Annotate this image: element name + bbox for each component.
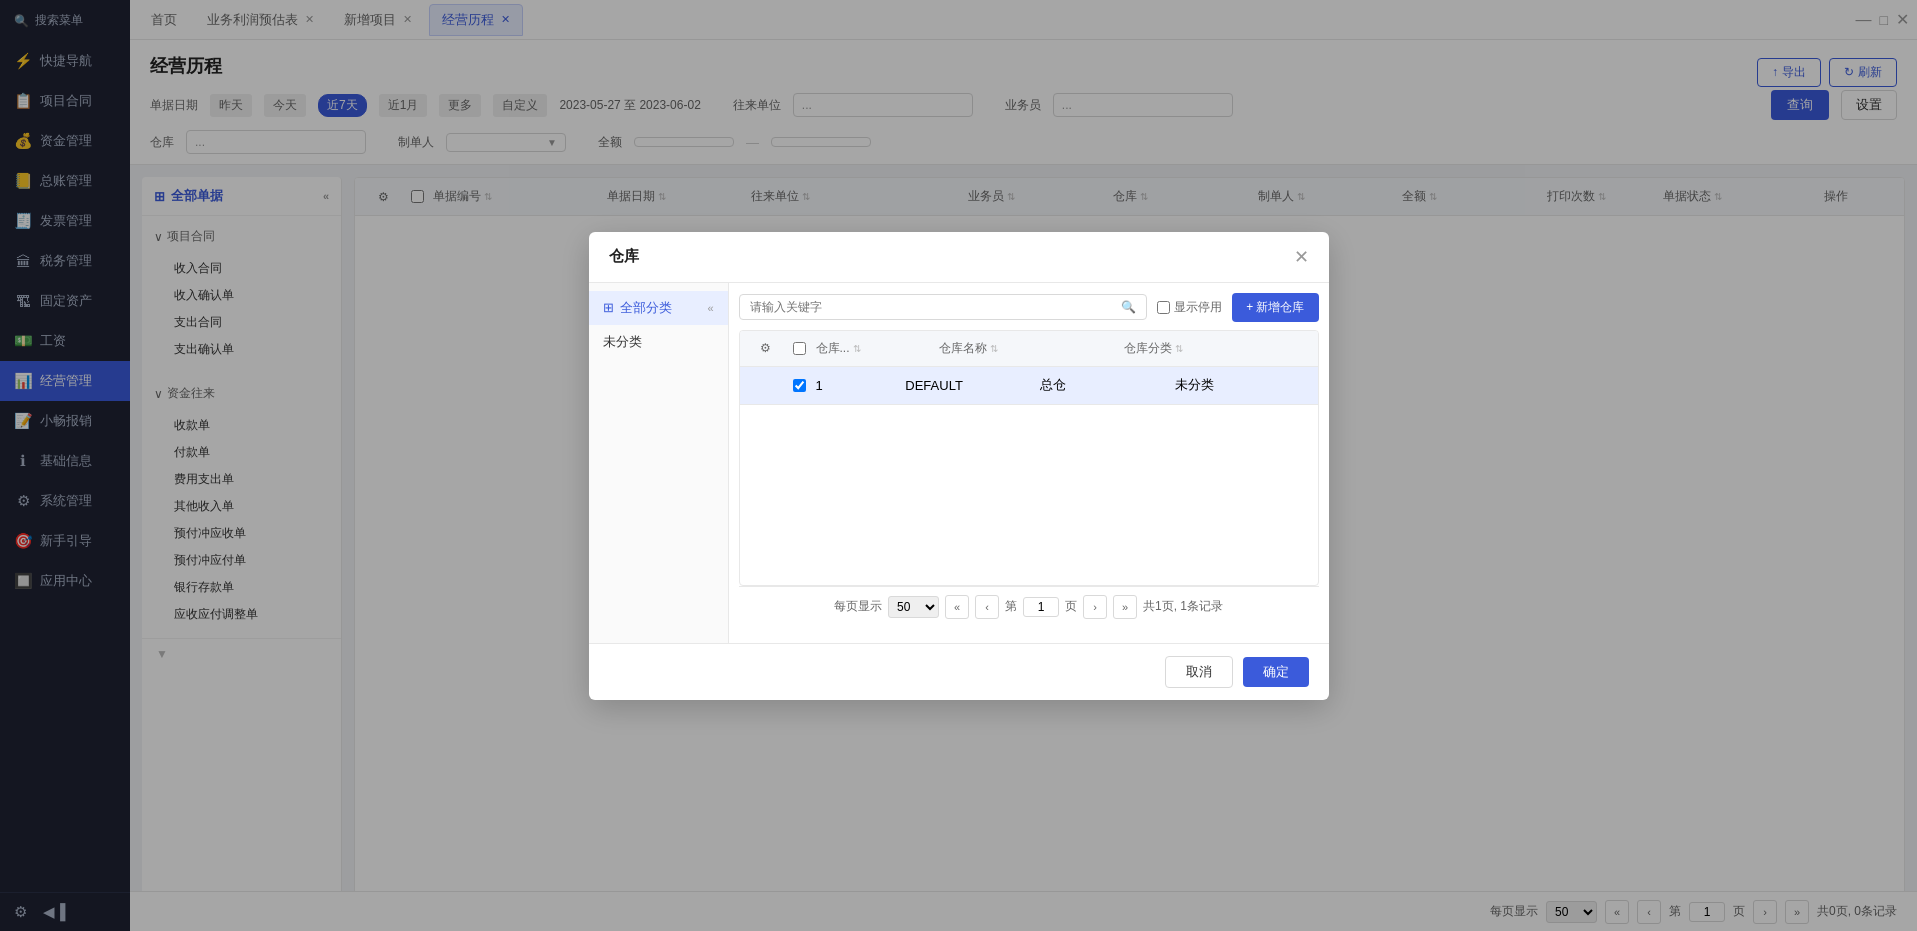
modal-search-box: 🔍	[739, 294, 1148, 320]
show-disabled-group: 显示停用	[1157, 299, 1222, 316]
modal-last-page[interactable]: »	[1113, 595, 1137, 619]
modal-category-uncategorized[interactable]: 未分类	[589, 325, 728, 359]
row-code: DEFAULT	[905, 378, 1040, 393]
modal-page-label: 页	[1065, 598, 1077, 615]
modal-main-content: 🔍 显示停用 + 新增仓库 ⚙	[729, 283, 1329, 643]
modal-footer: 取消 确定	[589, 643, 1329, 700]
modal-toolbar: 🔍 显示停用 + 新增仓库	[739, 293, 1319, 322]
modal-table-row[interactable]: 1 DEFAULT 总仓 未分类	[740, 367, 1318, 405]
table-empty-space	[740, 405, 1318, 585]
modal-th-category[interactable]: 仓库分类 ⇅	[1124, 340, 1309, 357]
modal-pagination: 每页显示 50 100 « ‹ 第 页 › » 共1页, 1条记录	[739, 586, 1319, 627]
modal-sort-cat: ⇅	[1175, 343, 1183, 354]
uncategorized-label: 未分类	[603, 333, 642, 351]
modal-overlay: 仓库 ✕ ⊞ 全部分类 « 未分类	[0, 0, 1917, 931]
sidebar-collapse-icon[interactable]: «	[707, 302, 713, 314]
modal-table-header: ⚙ 仓库... ⇅ 仓库名称 ⇅	[740, 331, 1318, 367]
show-disabled-label: 显示停用	[1174, 299, 1222, 316]
warehouse-modal: 仓库 ✕ ⊞ 全部分类 « 未分类	[589, 232, 1329, 700]
modal-th-id[interactable]: 仓库... ⇅	[816, 340, 940, 357]
modal-page-word: 第	[1005, 598, 1017, 615]
modal-sort-id: ⇅	[853, 343, 861, 354]
modal-th-settings[interactable]: ⚙	[748, 341, 784, 355]
modal-category-all[interactable]: ⊞ 全部分类 «	[589, 291, 728, 325]
add-warehouse-label: + 新增仓库	[1246, 299, 1304, 316]
category-grid-icon: ⊞	[603, 300, 614, 315]
row-name: 总仓	[1040, 376, 1175, 394]
modal-per-page-select[interactable]: 50 100	[888, 596, 939, 618]
modal-sort-name: ⇅	[990, 343, 998, 354]
modal-body: ⊞ 全部分类 « 未分类 🔍 显示停用	[589, 283, 1329, 643]
modal-th-check[interactable]	[784, 342, 816, 355]
modal-search-icon: 🔍	[1121, 300, 1136, 314]
modal-table: ⚙ 仓库... ⇅ 仓库名称 ⇅	[739, 330, 1319, 586]
modal-select-all[interactable]	[793, 342, 806, 355]
modal-page-input[interactable]	[1023, 597, 1059, 617]
modal-confirm-button[interactable]: 确定	[1243, 657, 1309, 687]
modal-per-page-label: 每页显示	[834, 598, 882, 615]
add-warehouse-button[interactable]: + 新增仓库	[1232, 293, 1318, 322]
row-check[interactable]	[784, 379, 816, 392]
modal-first-page[interactable]: «	[945, 595, 969, 619]
modal-prev-page[interactable]: ‹	[975, 595, 999, 619]
modal-title: 仓库	[609, 247, 639, 266]
show-disabled-checkbox[interactable]	[1157, 301, 1170, 314]
modal-cancel-button[interactable]: 取消	[1165, 656, 1233, 688]
modal-th-name[interactable]: 仓库名称 ⇅	[939, 340, 1124, 357]
row-category: 未分类	[1175, 376, 1310, 394]
modal-header: 仓库 ✕	[589, 232, 1329, 283]
all-category-label: 全部分类	[620, 299, 672, 317]
modal-search-input[interactable]	[750, 300, 1116, 314]
modal-category-sidebar: ⊞ 全部分类 « 未分类	[589, 283, 729, 643]
modal-next-page[interactable]: ›	[1083, 595, 1107, 619]
row-checkbox[interactable]	[793, 379, 806, 392]
modal-total: 共1页, 1条记录	[1143, 598, 1223, 615]
row-id: 1	[816, 378, 906, 393]
modal-close-button[interactable]: ✕	[1294, 246, 1309, 268]
